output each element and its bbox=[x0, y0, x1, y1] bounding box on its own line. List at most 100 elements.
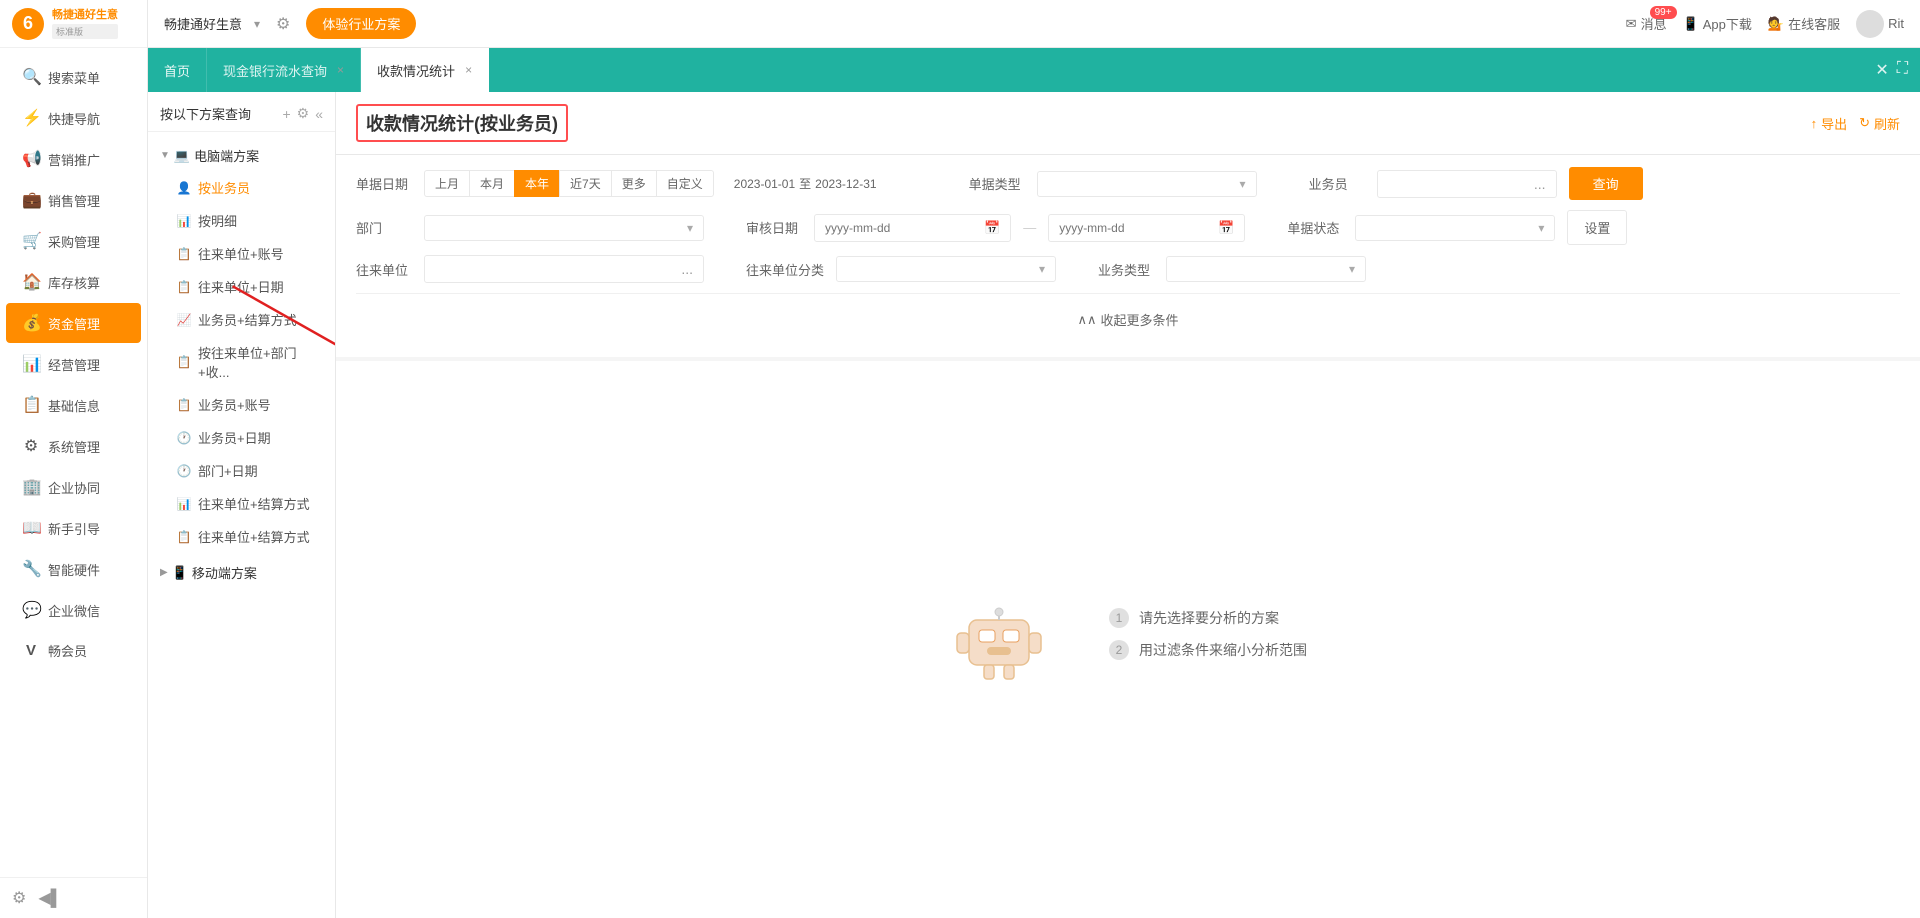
message-badge: 99+ bbox=[1650, 6, 1677, 19]
header-gear-icon[interactable]: ⚙ bbox=[276, 14, 290, 34]
unit-dept-icon: 📋 bbox=[176, 355, 192, 369]
counterpart-label: 往来单位 bbox=[356, 260, 412, 279]
finance-icon: 💰 bbox=[22, 313, 40, 333]
date-tab-curr-year[interactable]: 本年 bbox=[514, 170, 559, 197]
empty-robot-icon bbox=[949, 595, 1049, 685]
scheme-group-mobile-header[interactable]: ▶ 📱 移动端方案 bbox=[148, 557, 335, 588]
sidebar-item-vip[interactable]: V 畅会员 bbox=[6, 631, 141, 670]
refresh-btn[interactable]: ↻ 刷新 bbox=[1859, 114, 1900, 133]
salesman-more-icon[interactable]: ... bbox=[1534, 176, 1546, 192]
sidebar-item-finance[interactable]: 💰 资金管理 bbox=[6, 303, 141, 343]
scheme-item-label: 往来单位+结算方式 bbox=[198, 527, 310, 546]
footer-settings-icon[interactable]: ⚙ bbox=[12, 888, 26, 908]
date-tab-custom[interactable]: 自定义 bbox=[656, 170, 714, 197]
smarthw-icon: 🔧 bbox=[22, 559, 40, 579]
salesman-select[interactable]: ... bbox=[1377, 170, 1557, 198]
scheme-item-dept-date[interactable]: 🕐 部门+日期 bbox=[148, 454, 335, 487]
biz-type-select[interactable]: ▾ bbox=[1166, 256, 1366, 282]
tab-maximize-btn[interactable]: ⛶ bbox=[1897, 60, 1908, 80]
doc-type-select[interactable]: ▾ bbox=[1037, 171, 1257, 197]
sidebar-item-label: 经营管理 bbox=[48, 355, 100, 374]
sidebar-item-label: 快捷导航 bbox=[48, 109, 100, 128]
review-date-from-field[interactable] bbox=[825, 221, 980, 235]
date-tab-curr-month[interactable]: 本月 bbox=[469, 170, 514, 197]
filter-row-date: 单据日期 上月 本月 本年 近7天 更多 自定义 2023-01-01 至 20… bbox=[356, 167, 1900, 200]
sidebar-item-guide[interactable]: 📖 新手引导 bbox=[6, 508, 141, 548]
scheme-item-unit-method2[interactable]: 📊 往来单位+结算方式 bbox=[148, 487, 335, 520]
dept-select[interactable]: ▾ bbox=[424, 215, 704, 241]
scheme-tree: ▼ 💻 电脑端方案 👤 按业务员 📊 按明细 📋 往来单位+账号 bbox=[148, 132, 335, 918]
sidebar-item-corp[interactable]: 🏢 企业协同 bbox=[6, 467, 141, 507]
sidebar-item-sales[interactable]: 💼 销售管理 bbox=[6, 180, 141, 220]
scheme-item-unit-method3[interactable]: 📋 往来单位+结算方式 bbox=[148, 520, 335, 553]
sidebar-item-label: 采购管理 bbox=[48, 232, 100, 251]
trial-button[interactable]: 体验行业方案 bbox=[306, 8, 416, 39]
dept-arrow-icon: ▾ bbox=[687, 221, 693, 235]
counterpart-select[interactable]: ... bbox=[424, 255, 704, 283]
mobile-icon: 📱 bbox=[172, 565, 188, 581]
counterpart-cat-select[interactable]: ▾ bbox=[836, 256, 1056, 282]
sidebar-item-basic[interactable]: 📋 基础信息 bbox=[6, 385, 141, 425]
sidebar-item-warehouse[interactable]: 🏠 库存核算 bbox=[6, 262, 141, 302]
sidebar-item-marketing[interactable]: 📢 营销推广 bbox=[6, 139, 141, 179]
tab-collection-stat-label: 收款情况统计 bbox=[377, 61, 455, 80]
sidebar-item-quicknav[interactable]: ⚡ 快捷导航 bbox=[6, 98, 141, 138]
salesman-account-icon: 📋 bbox=[176, 398, 192, 412]
tab-bank-flow-close[interactable]: × bbox=[337, 63, 344, 77]
scheme-item-unit-account[interactable]: 📋 往来单位+账号 bbox=[148, 237, 335, 270]
counterpart-more-icon[interactable]: ... bbox=[681, 261, 693, 277]
collapse-filter-btn[interactable]: ∧∧ 收起更多条件 bbox=[356, 310, 1900, 329]
set-button[interactable]: 设置 bbox=[1567, 210, 1627, 245]
guide-icon: 📖 bbox=[22, 518, 40, 538]
app-label: App下载 bbox=[1703, 14, 1752, 33]
date-tab-last7[interactable]: 近7天 bbox=[559, 170, 611, 197]
sidebar-item-label: 企业微信 bbox=[48, 601, 100, 620]
tab-home[interactable]: 首页 bbox=[148, 48, 207, 92]
scheme-item-by-salesman[interactable]: 👤 按业务员 bbox=[148, 171, 335, 204]
scheme-item-by-detail[interactable]: 📊 按明细 bbox=[148, 204, 335, 237]
scheme-item-salesman-account[interactable]: 📋 业务员+账号 bbox=[148, 388, 335, 421]
scheme-item-salesman-date[interactable]: 🕐 业务员+日期 bbox=[148, 421, 335, 454]
user-avatar-area[interactable]: Rit bbox=[1856, 10, 1904, 38]
review-date-from-calendar-icon[interactable]: 📅 bbox=[984, 220, 1000, 236]
tab-collection-stat[interactable]: 收款情况统计 × bbox=[361, 48, 489, 92]
sidebar-item-smarthw[interactable]: 🔧 智能硬件 bbox=[6, 549, 141, 589]
step-2-num: 2 bbox=[1109, 640, 1129, 660]
scheme-add-btn[interactable]: + bbox=[282, 106, 290, 122]
date-tab-more[interactable]: 更多 bbox=[611, 170, 656, 197]
app-download-btn[interactable]: 📱 App下载 bbox=[1683, 14, 1752, 33]
scheme-collapse-btn[interactable]: « bbox=[315, 106, 323, 122]
header-dropdown-icon[interactable]: ▾ bbox=[254, 17, 260, 31]
sidebar-item-purchase[interactable]: 🛒 采购管理 bbox=[6, 221, 141, 261]
salesman-label: 业务员 bbox=[1309, 174, 1365, 193]
scheme-item-unit-dept-collect[interactable]: 📋 按往来单位+部门+收... bbox=[148, 336, 335, 388]
review-date-to-input[interactable]: 📅 bbox=[1048, 214, 1245, 242]
scheme-item-salesman-method[interactable]: 📈 业务员+结算方式 bbox=[148, 303, 335, 336]
tab-collection-stat-close[interactable]: × bbox=[465, 63, 472, 77]
scheme-group-desktop-header[interactable]: ▼ 💻 电脑端方案 bbox=[148, 140, 335, 171]
sidebar-item-operations[interactable]: 📊 经营管理 bbox=[6, 344, 141, 384]
scheme-panel-header: 按以下方案查询 + ⚙ « bbox=[148, 92, 335, 132]
review-date-to-calendar-icon[interactable]: 📅 bbox=[1218, 220, 1234, 236]
wechat-icon: 💬 bbox=[22, 600, 40, 620]
user-avatar bbox=[1856, 10, 1884, 38]
doc-status-select[interactable]: ▾ bbox=[1355, 215, 1555, 241]
review-date-from-input[interactable]: 📅 bbox=[814, 214, 1011, 242]
export-btn[interactable]: ↑ 导出 bbox=[1811, 114, 1848, 133]
sidebar-item-search[interactable]: 🔍 搜索菜单 bbox=[6, 57, 141, 97]
scheme-item-label: 部门+日期 bbox=[198, 461, 258, 480]
date-tab-prev-month[interactable]: 上月 bbox=[424, 170, 469, 197]
scheme-item-unit-date[interactable]: 📋 往来单位+日期 bbox=[148, 270, 335, 303]
sidebar-item-wechat[interactable]: 💬 企业微信 bbox=[6, 590, 141, 630]
tab-bank-flow[interactable]: 现金银行流水查询 × bbox=[207, 48, 361, 92]
sidebar-item-label: 系统管理 bbox=[48, 437, 100, 456]
footer-collapse-icon[interactable]: ◀▌ bbox=[38, 888, 62, 908]
review-date-to-field[interactable] bbox=[1059, 221, 1214, 235]
scheme-settings-btn[interactable]: ⚙ bbox=[297, 105, 310, 122]
logo-icon: 6 bbox=[12, 8, 44, 40]
sidebar-item-system[interactable]: ⚙ 系统管理 bbox=[6, 426, 141, 466]
tab-close-all-btn[interactable]: ✕ bbox=[1875, 60, 1888, 80]
online-service-btn[interactable]: 💁 在线客服 bbox=[1768, 14, 1840, 33]
message-btn[interactable]: ✉ 消息 99+ bbox=[1626, 14, 1667, 33]
query-button[interactable]: 查询 bbox=[1569, 167, 1643, 200]
